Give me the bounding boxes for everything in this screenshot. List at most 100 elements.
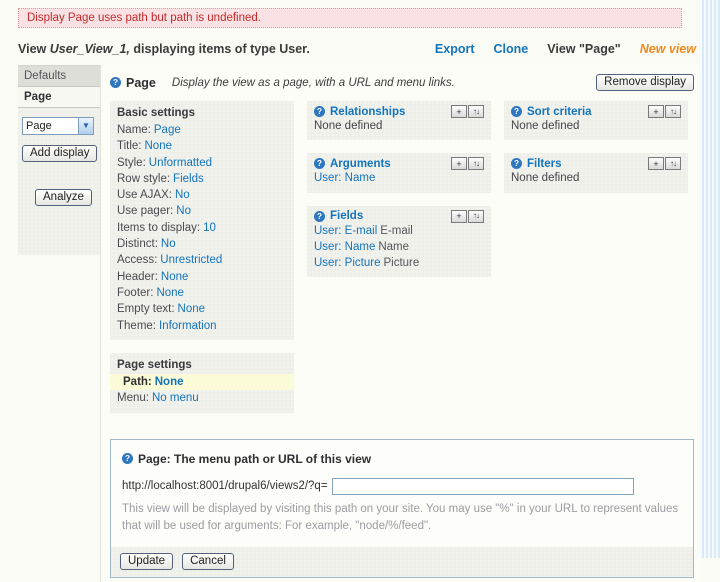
path-input[interactable] [331,477,634,495]
view-title-suffix: displaying items of type User. [133,42,310,56]
setting-value-link[interactable]: None [156,287,184,299]
rearrange-icon[interactable]: ↑↓ [665,105,681,118]
help-icon[interactable]: ? [122,453,133,465]
filters-panel: ? Filters + ↑↓ None defined [504,153,688,193]
setting-row-header: Header: None [117,270,189,283]
sidebar-controls: Page ▼ Add display Analyze [18,108,100,255]
column-basic: Basic settings Name: Page Title: None Styl… [110,101,294,426]
setting-value-link[interactable]: Fields [173,173,204,185]
setting-value-link[interactable]: Unformatted [149,157,212,169]
help-icon[interactable]: ? [314,210,325,222]
display-title: Page [126,75,156,90]
menu-value-link[interactable]: No menu [152,392,199,404]
sort-criteria-empty: None defined [511,120,580,132]
clone-link[interactable]: Clone [494,42,529,56]
help-icon[interactable]: ? [110,77,121,88]
rearrange-icon[interactable]: ↑↓ [468,105,484,118]
path-form-heading: ? Page: The menu path or URL of this vie… [111,440,693,466]
setting-row-use-ajax: Use AJAX: No [117,189,190,202]
setting-value-link[interactable]: Information [159,320,217,332]
filters-actions: + ↑↓ [647,157,681,171]
view-header-links: Export Clone View "Page" New view [435,42,696,56]
setting-value-link[interactable]: Unrestricted [160,254,222,266]
relationships-empty: None defined [314,120,383,132]
setting-value-link[interactable]: No [176,205,191,217]
setting-row-access: Access: Unrestricted [117,254,223,267]
add-icon[interactable]: + [451,209,467,223]
filters-title-link[interactable]: Filters [527,158,562,170]
column-right: ? Sort criteria + ↑↓ None defined ? Filt… [504,101,688,426]
view-title: View User_View_1, displaying items of ty… [18,42,310,56]
setting-row-empty-text: Empty text: None [117,303,206,316]
display-description: Display the view as a page, with a URL a… [171,76,455,89]
error-text: Display Page uses path but path is undef… [27,12,261,24]
basic-settings-title: Basic settings [117,107,195,119]
add-icon[interactable]: + [451,105,467,118]
path-input-row: http://localhost:8001/drupal6/views2/?q= [111,466,693,498]
column-middle: ? Relationships + ↑↓ None defined ? Argu… [307,101,491,426]
tab-defaults[interactable]: Defaults [18,65,100,87]
setting-row-title: Title: None [117,140,173,153]
page-settings-title: Page settings [117,358,192,371]
setting-value-link[interactable]: No [175,189,190,201]
add-icon[interactable]: + [451,157,467,171]
tab-page[interactable]: Page [18,87,100,108]
display-sidebar: Defaults Page Page ▼ Add display Analyze [18,65,100,582]
argument-link[interactable]: User: Name [314,172,375,184]
field-label-suffix: Picture [383,257,420,270]
arguments-panel: ? Arguments + ↑↓ User: Name [307,153,491,193]
setting-row-items: Items to display: 10 [117,221,216,234]
add-display-button[interactable]: Add display [22,145,98,162]
setting-row-style: Style: Unformatted [117,156,213,169]
rearrange-icon[interactable]: ↑↓ [468,157,484,171]
field-link[interactable]: User: Name [314,241,375,253]
add-icon[interactable]: + [648,105,664,118]
chevron-down-icon: ▼ [78,118,93,134]
setting-row-distinct: Distinct: No [117,238,176,251]
arguments-title-link[interactable]: Arguments [330,158,391,170]
fields-title-link[interactable]: Fields [330,210,363,222]
setting-value-link[interactable]: None [178,303,206,315]
page-settings-panel: Page settings Path: None Menu: No menu [110,352,294,413]
error-message: Display Page uses path but path is undef… [18,8,682,28]
field-row: User: Name Name [314,239,484,255]
help-icon[interactable]: ? [511,158,522,170]
path-form-description: This view will be displayed by visiting … [122,502,679,533]
relationships-title-link[interactable]: Relationships [330,106,405,118]
field-link[interactable]: User: Picture [314,257,380,269]
filters-empty: None defined [511,172,580,185]
setting-row-theme: Theme: Information [117,319,217,332]
setting-value-link[interactable]: 10 [203,222,216,234]
view-page-link[interactable]: View "Page" [547,42,620,56]
relationships-head: ? Relationships + ↑↓ [314,105,484,118]
update-button[interactable]: Update [120,553,174,571]
help-icon[interactable]: ? [314,106,325,117]
views-editor: Defaults Page Page ▼ Add display Analyze… [18,65,700,582]
view-name: User_View_1, [49,42,130,56]
cancel-button[interactable]: Cancel [182,553,234,571]
fields-actions: + ↑↓ [450,209,484,223]
setting-value-link[interactable]: Page [154,124,181,136]
sort-criteria-title-link[interactable]: Sort criteria [527,106,592,118]
setting-value-link[interactable]: None [161,271,189,283]
field-link[interactable]: User: E-mail [314,225,377,237]
field-row: User: E-mail E-mail [314,223,484,239]
add-icon[interactable]: + [648,157,664,171]
display-settings-main: ? Page Display the view as a page, with … [100,65,700,582]
setting-value-link[interactable]: No [161,238,176,250]
setting-value-link[interactable]: None [145,140,173,152]
theme-background-strip [700,0,720,558]
display-type-select[interactable]: Page ▼ [22,117,94,135]
analyze-button[interactable]: Analyze [35,189,92,206]
arguments-actions: + ↑↓ [450,157,484,171]
display-header: ? Page Display the view as a page, with … [101,65,700,98]
export-link[interactable]: Export [435,42,475,56]
new-view-link[interactable]: New view [640,42,696,56]
rearrange-icon[interactable]: ↑↓ [665,157,681,171]
path-value-link[interactable]: None [155,376,184,388]
field-label-suffix: Name [378,240,410,253]
help-icon[interactable]: ? [511,106,522,117]
help-icon[interactable]: ? [314,158,325,170]
rearrange-icon[interactable]: ↑↓ [468,209,484,223]
remove-display-button[interactable]: Remove display [596,74,694,91]
